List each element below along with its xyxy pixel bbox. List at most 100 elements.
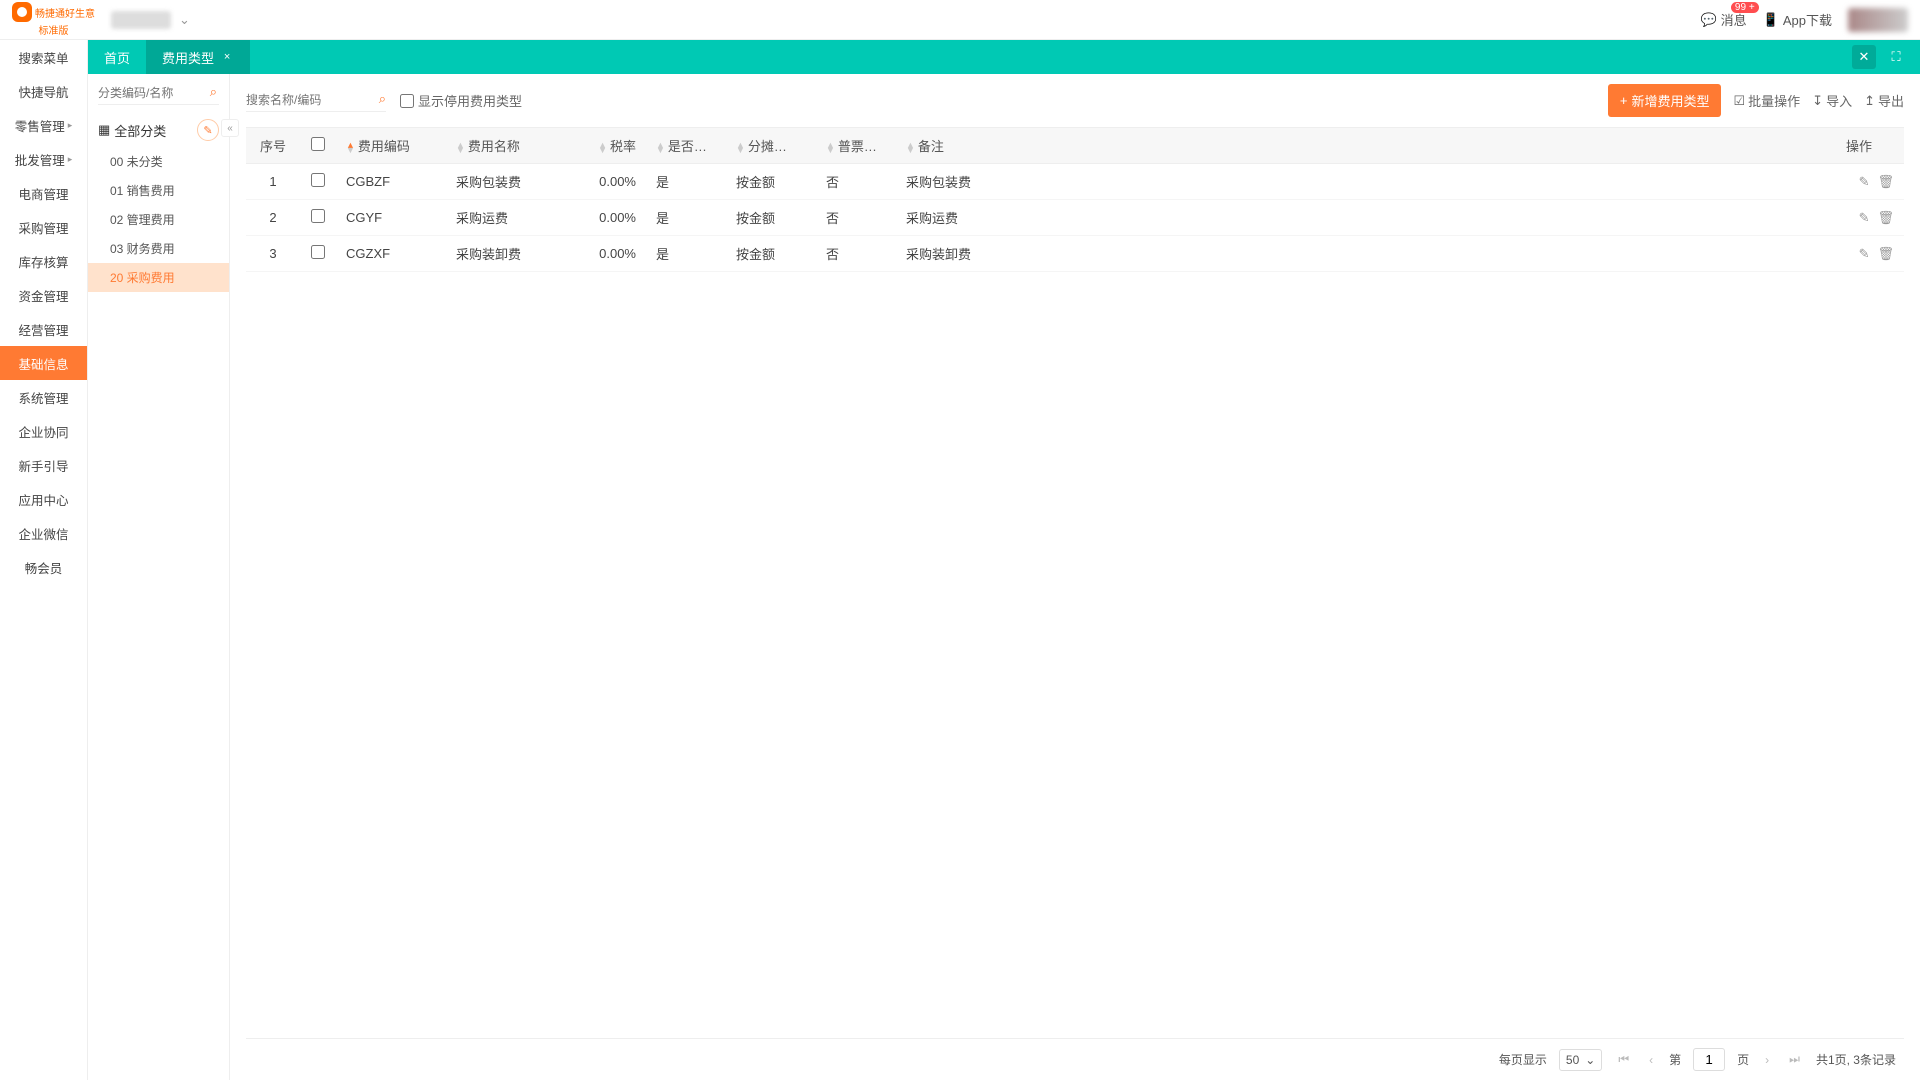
toolbar-right: + 新增费用类型 ☑ 批量操作 ↧ 导入 ↥ 导出 [1608,84,1904,117]
import-button[interactable]: ↧ 导入 [1812,91,1852,110]
delete-row-button[interactable]: 🗑 [1877,210,1894,226]
export-button[interactable]: ↥ 导出 [1864,91,1904,110]
category-item[interactable]: 01 销售费用 [88,176,229,205]
col-select-all[interactable] [300,128,336,164]
add-expense-type-button[interactable]: + 新增费用类型 [1608,84,1722,117]
cell-ops: ✎🗑 [1814,164,1904,200]
next-page-button[interactable]: › [1761,1053,1773,1067]
col-rate[interactable]: ▲▼税率 [576,128,646,164]
cell-remark: 采购运费 [896,200,1814,236]
col-pu[interactable]: ▲▼普票… [816,128,896,164]
import-icon: ↧ [1812,93,1823,109]
edit-row-button[interactable]: ✎ [1859,210,1870,226]
edit-row-button[interactable]: ✎ [1859,174,1870,190]
tabs-bar: 首页费用类型× ✕ ⛶ [0,40,1920,74]
cell-seq: 2 [246,200,300,236]
cell-select[interactable] [300,164,336,200]
col-name[interactable]: ▲▼费用名称 [446,128,576,164]
tab-费用类型[interactable]: 费用类型× [146,40,250,74]
cell-rate: 0.00% [576,164,646,200]
category-panel: ⌕ ▦ 全部分类 ✎ « 00 未分类01 销售费用02 管理费用03 财务费用… [88,74,230,1080]
company-selector[interactable]: ⌄ [103,7,198,33]
cell-is: 是 [646,200,726,236]
toolbar-left: ⌕ 显示停用费用类型 [246,89,522,112]
show-disabled-input[interactable] [400,94,414,108]
export-icon: ↥ [1864,93,1875,109]
col-share[interactable]: ▲▼分摊… [726,128,816,164]
main-content: ⌕ 显示停用费用类型 + 新增费用类型 ☑ 批量操作 ↧ 导入 [230,74,1920,1080]
row-checkbox[interactable] [311,173,325,187]
tab-首页[interactable]: 首页 [88,40,146,74]
mobile-icon: 📱 [1763,12,1779,28]
plus-icon: + [1620,93,1628,108]
chat-icon: 💬 [1700,12,1716,28]
cell-select[interactable] [300,200,336,236]
select-all-checkbox[interactable] [311,137,325,151]
all-categories-node[interactable]: ▦ 全部分类 [98,121,166,140]
messages-badge: 99 + [1731,2,1759,13]
col-is[interactable]: ▲▼是否… [646,128,726,164]
logo-edition: 标准版 [39,22,69,37]
category-header: ▦ 全部分类 ✎ « [88,113,229,147]
cell-code: CGYF [336,200,446,236]
cell-select[interactable] [300,236,336,272]
category-item[interactable]: 20 采购费用 [88,263,229,292]
prev-page-button[interactable]: ‹ [1645,1053,1657,1067]
show-disabled-checkbox[interactable]: 显示停用费用类型 [400,91,522,110]
category-item[interactable]: 03 财务费用 [88,234,229,263]
top-right: 💬 消息 99 + 📱 App下载 [1700,8,1908,32]
cell-ops: ✎🗑 [1814,200,1904,236]
delete-row-button[interactable]: 🗑 [1877,246,1894,262]
expense-table: 序号 ▲▼费用编码 ▲▼费用名称 ▲▼税率 ▲▼是否… ▲▼分摊… ▲▼普票… … [246,128,1904,272]
logo-slogan: 畅捷通好生意 [35,5,95,20]
toolbar: ⌕ 显示停用费用类型 + 新增费用类型 ☑ 批量操作 ↧ 导入 [246,84,1904,117]
batch-actions-button[interactable]: ☑ 批量操作 [1733,91,1800,110]
per-page-label: 每页显示 [1499,1051,1547,1068]
messages-button[interactable]: 💬 消息 99 + [1700,10,1746,29]
first-page-button[interactable]: ⏮ [1614,1052,1633,1067]
page-input[interactable] [1693,1048,1725,1071]
fullscreen-button[interactable]: ⛶ [1884,45,1908,69]
cell-rate: 0.00% [576,200,646,236]
col-code[interactable]: ▲▼费用编码 [336,128,446,164]
cell-code: CGZXF [336,236,446,272]
category-list: 00 未分类01 销售费用02 管理费用03 财务费用20 采购费用 [88,147,229,1080]
edit-row-button[interactable]: ✎ [1859,246,1870,262]
chevron-down-icon: ⌄ [179,12,190,28]
row-checkbox[interactable] [311,245,325,259]
search-icon[interactable]: ⌕ [379,91,386,107]
tabs-actions: ✕ ⛶ [1852,45,1920,69]
cell-name: 采购装卸费 [446,236,576,272]
table-search-input[interactable] [246,89,386,112]
per-page-value: 50 [1566,1053,1579,1067]
page-label-di: 第 [1669,1051,1681,1068]
category-search-input[interactable] [98,82,219,105]
cell-name: 采购包装费 [446,164,576,200]
company-name-blurred [111,11,171,29]
cell-seq: 3 [246,236,300,272]
close-all-tabs-button[interactable]: ✕ [1852,45,1876,69]
cell-is: 是 [646,236,726,272]
menu-item-搜索菜单[interactable]: 搜索菜单 [0,40,87,74]
category-item[interactable]: 00 未分类 [88,147,229,176]
cell-share: 按金额 [726,200,816,236]
user-avatar[interactable] [1848,8,1908,32]
collapse-panel-button[interactable]: « [221,119,239,137]
app-download-button[interactable]: 📱 App下载 [1763,10,1832,29]
top-left: 畅捷通好生意 标准版 ⌄ [12,2,198,37]
page-label-ye: 页 [1737,1051,1749,1068]
tab-close-button[interactable]: × [220,50,234,64]
col-remark[interactable]: ▲▼备注 [896,128,1814,164]
per-page-select[interactable]: 50 ⌄ [1559,1049,1602,1071]
last-page-button[interactable]: ⏭ [1785,1052,1804,1067]
category-edit-button[interactable]: ✎ [197,119,219,141]
delete-row-button[interactable]: 🗑 [1877,174,1894,190]
row-checkbox[interactable] [311,209,325,223]
category-item[interactable]: 02 管理费用 [88,205,229,234]
table-row: 2CGYF采购运费0.00%是按金额否采购运费✎🗑 [246,200,1904,236]
table-wrap: 序号 ▲▼费用编码 ▲▼费用名称 ▲▼税率 ▲▼是否… ▲▼分摊… ▲▼普票… … [246,127,1904,1038]
col-seq[interactable]: 序号 [246,128,300,164]
batch-label: 批量操作 [1748,91,1800,110]
cell-remark: 采购装卸费 [896,236,1814,272]
search-icon[interactable]: ⌕ [210,84,217,100]
